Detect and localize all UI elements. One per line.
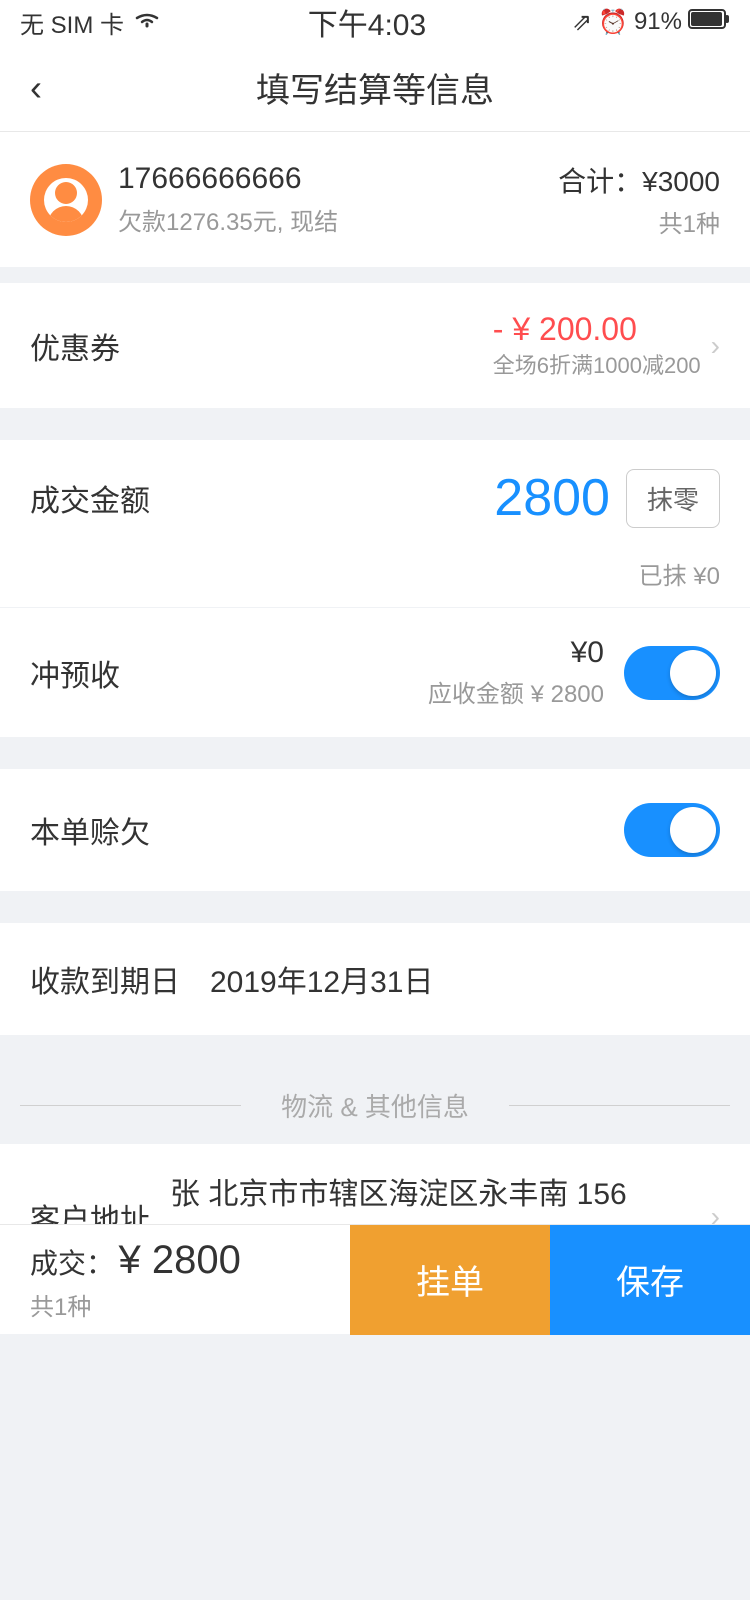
transaction-section: 成交金额 2800 抹零 已抹 ¥0 冲预收 ¥0 应收金额 ¥ 2800 xyxy=(0,440,750,737)
section-divider-3 xyxy=(0,907,750,923)
battery-icon xyxy=(688,8,730,37)
sim-status: 无 SIM 卡 xyxy=(20,5,124,40)
avatar xyxy=(30,164,102,236)
bottom-deal-amount: ¥ 2800 xyxy=(118,1238,240,1282)
prereceive-amount: ¥0 xyxy=(428,636,604,670)
prereceive-toggle[interactable] xyxy=(624,646,720,700)
coupon-label: 优惠券 xyxy=(30,324,120,368)
round-zero-button[interactable]: 抹零 xyxy=(626,469,720,528)
transaction-right: 2800 抹零 xyxy=(494,468,720,528)
customer-phone: 17666666666 xyxy=(118,162,338,196)
avatar-body xyxy=(48,206,84,222)
status-left: 无 SIM 卡 xyxy=(20,5,162,40)
save-button[interactable]: 保存 xyxy=(550,1225,750,1335)
section-divider-1 xyxy=(0,424,750,440)
bottom-count: 共1种 xyxy=(30,1287,320,1322)
coupon-right: - ¥ 200.00 全场6折满1000减200 › xyxy=(493,311,720,380)
transaction-amount: 2800 xyxy=(494,468,610,528)
status-time: 下午4:03 xyxy=(308,0,426,44)
coupon-description: 全场6折满1000减200 xyxy=(493,348,701,380)
prereceive-right: ¥0 应收金额 ¥ 2800 xyxy=(428,636,720,709)
debt-toggle[interactable] xyxy=(624,803,720,857)
logistics-divider: 物流 & 其他信息 xyxy=(0,1067,750,1144)
customer-right: 合计：¥3000 共1种 xyxy=(558,160,720,239)
coupon-row[interactable]: 优惠券 - ¥ 200.00 全场6折满1000减200 › xyxy=(0,283,750,408)
bottom-deal-label: 成交： xyxy=(30,1248,114,1279)
avatar-icon xyxy=(44,178,88,222)
logistics-line-right xyxy=(509,1105,730,1106)
transaction-label: 成交金额 xyxy=(30,476,150,520)
prereceive-info: ¥0 应收金额 ¥ 2800 xyxy=(428,636,604,709)
customer-note: 欠款1276.35元, 现结 xyxy=(118,202,338,237)
status-right: ⇗ ⏰ 91% xyxy=(572,8,730,37)
duedate-label: 收款到期日 xyxy=(30,957,180,1001)
total-amount: 合计：¥3000 xyxy=(558,160,720,200)
already-rounded: 已抹 ¥0 xyxy=(0,556,750,607)
hang-button[interactable]: 挂单 xyxy=(350,1225,550,1335)
alarm-icon: ⏰ xyxy=(598,8,628,37)
customer-info: 17666666666 欠款1276.35元, 现结 xyxy=(118,162,338,237)
debt-toggle-knob xyxy=(670,807,716,853)
section-divider-4 xyxy=(0,1051,750,1067)
debt-row: 本单赊欠 xyxy=(0,769,750,891)
transaction-row: 成交金额 2800 抹零 xyxy=(0,440,750,556)
logistics-text: 物流 & 其他信息 xyxy=(281,1087,469,1124)
coupon-arrow-icon: › xyxy=(711,330,720,362)
duedate-value: 2019年12月31日 xyxy=(210,957,433,1001)
bottom-bar: 成交： ¥ 2800 共1种 挂单 保存 xyxy=(0,1224,750,1334)
nav-bar: ‹ 填写结算等信息 xyxy=(0,44,750,132)
location-icon: ⇗ xyxy=(572,8,592,37)
total-count: 共1种 xyxy=(558,204,720,239)
back-button[interactable]: ‹ xyxy=(20,57,52,119)
prereceive-label: 冲预收 xyxy=(30,651,120,695)
coupon-info: - ¥ 200.00 全场6折满1000减200 xyxy=(493,311,701,380)
logistics-line-left xyxy=(20,1105,241,1106)
wifi-icon xyxy=(132,8,162,37)
toggle-knob xyxy=(670,650,716,696)
duedate-row: 收款到期日 2019年12月31日 xyxy=(0,923,750,1035)
avatar-head xyxy=(55,182,77,204)
debt-label: 本单赊欠 xyxy=(30,808,150,852)
coupon-discount: - ¥ 200.00 xyxy=(493,311,701,348)
prereceive-row: 冲预收 ¥0 应收金额 ¥ 2800 xyxy=(0,608,750,737)
customer-left: 17666666666 欠款1276.35元, 现结 xyxy=(30,162,338,237)
battery-percent: 91% xyxy=(634,8,682,36)
bottom-summary: 成交： ¥ 2800 共1种 xyxy=(0,1238,350,1322)
content-area: 17666666666 欠款1276.35元, 现结 合计：¥3000 共1种 … xyxy=(0,132,750,1600)
status-bar: 无 SIM 卡 下午4:03 ⇗ ⏰ 91% xyxy=(0,0,750,44)
section-divider-2 xyxy=(0,753,750,769)
customer-card: 17666666666 欠款1276.35元, 现结 合计：¥3000 共1种 xyxy=(0,132,750,267)
prereceive-receivable: 应收金额 ¥ 2800 xyxy=(428,674,604,709)
bottom-deal-row: 成交： ¥ 2800 xyxy=(30,1238,320,1283)
page-title: 填写结算等信息 xyxy=(256,63,494,112)
